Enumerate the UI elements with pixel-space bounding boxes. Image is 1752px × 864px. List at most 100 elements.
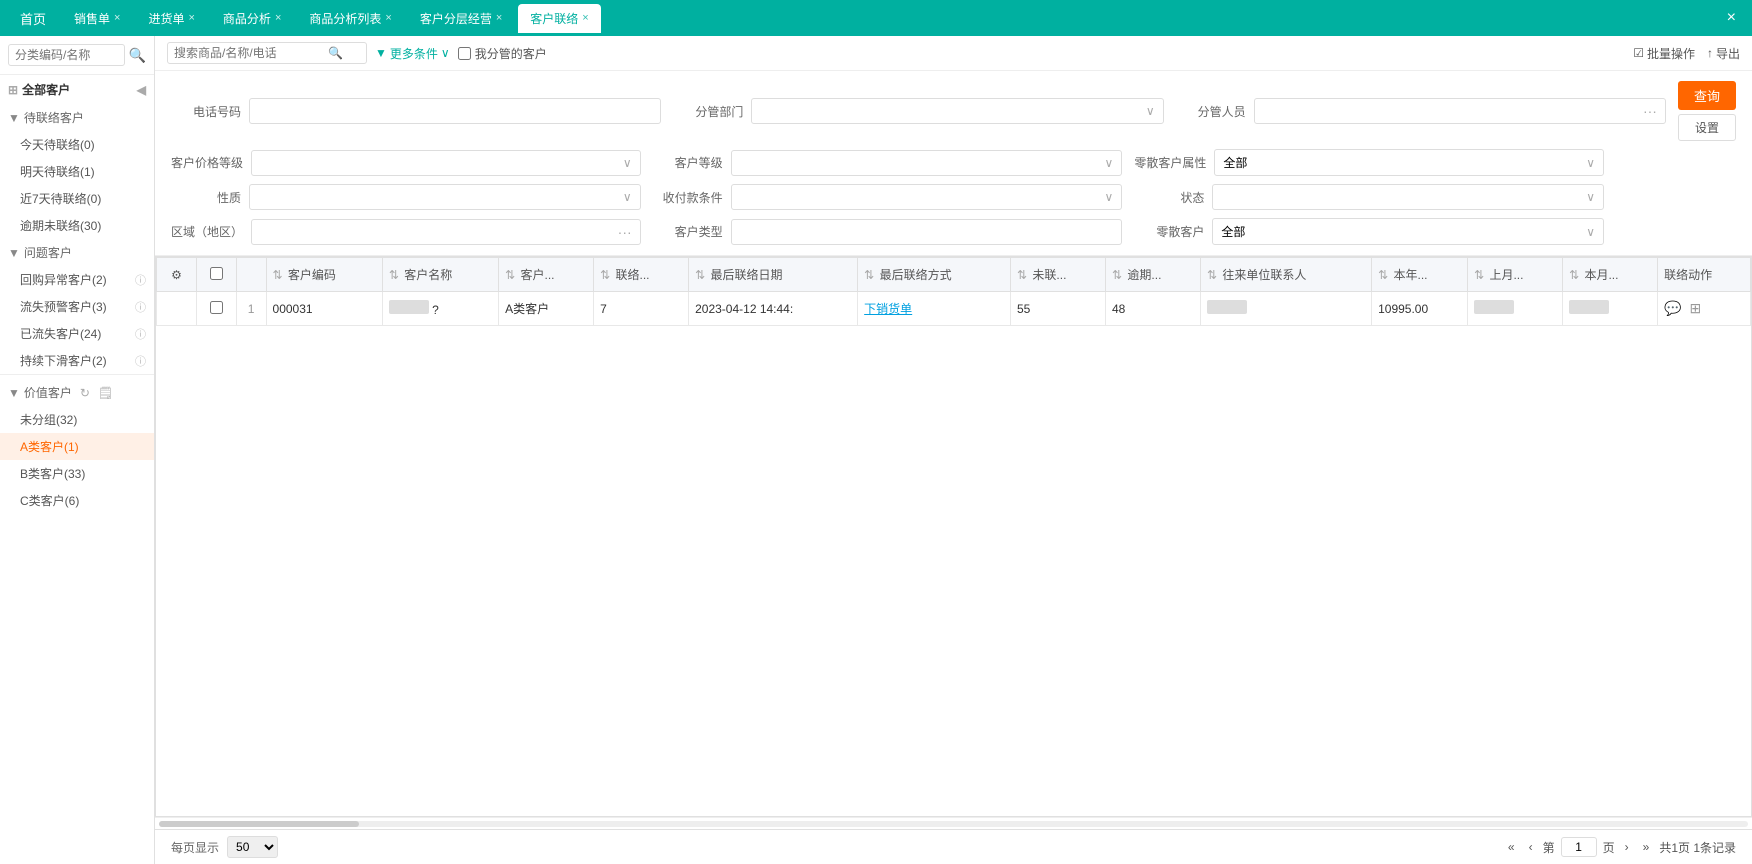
export-btn[interactable]: ↑ 导出 bbox=[1707, 45, 1740, 62]
name-col-header[interactable]: ⇅ 客户名称 bbox=[382, 258, 498, 292]
person-select[interactable]: ··· bbox=[1254, 98, 1666, 124]
nav-tab-analysis[interactable]: 商品分析 × bbox=[211, 4, 293, 33]
filter-search-input[interactable] bbox=[174, 46, 324, 60]
pending-contact-group[interactable]: ▼ 待联络客户 bbox=[0, 104, 154, 131]
close-analysis-list-tab[interactable]: × bbox=[385, 12, 391, 24]
row-checkbox-cell[interactable] bbox=[197, 292, 237, 326]
status-select[interactable]: ∨ bbox=[1212, 184, 1604, 210]
nav-home[interactable]: 首页 bbox=[8, 3, 58, 34]
nav-tab-analysis-list[interactable]: 商品分析列表 × bbox=[297, 4, 403, 33]
close-sales-tab[interactable]: × bbox=[114, 12, 120, 24]
close-customer-contact-tab[interactable]: × bbox=[582, 12, 588, 24]
overdue-col-header[interactable]: ⇅ 逾期... bbox=[1106, 258, 1201, 292]
last-method-col-header[interactable]: ⇅ 最后联络方式 bbox=[858, 258, 1011, 292]
unit-contact-col-header[interactable]: ⇅ 往来单位联系人 bbox=[1201, 258, 1372, 292]
this-month-redacted bbox=[1569, 300, 1609, 314]
nav-tab-sales[interactable]: 销售单 × bbox=[62, 4, 132, 33]
next-page-btn[interactable]: › bbox=[1621, 838, 1633, 856]
sidebar-item-churn-warning[interactable]: 流失预警客户(3) ⓘ bbox=[0, 293, 154, 320]
person-ellipsis[interactable]: ··· bbox=[1643, 103, 1657, 119]
info-icon-4: ⓘ bbox=[135, 353, 146, 369]
page-label: 第 bbox=[1543, 839, 1555, 856]
type-col-header[interactable]: ⇅ 客户... bbox=[499, 258, 594, 292]
nav-tab-customer-contact[interactable]: 客户联络 × bbox=[518, 4, 600, 33]
value-customers-group[interactable]: ▼ 价值客户 ↻ 🗒 bbox=[0, 379, 154, 406]
row-gear-cell bbox=[157, 292, 197, 326]
dept-select[interactable]: ∨ bbox=[751, 98, 1163, 124]
close-purchase-tab[interactable]: × bbox=[188, 12, 194, 24]
add-group-icon[interactable]: 🗒 bbox=[98, 386, 113, 400]
close-all-tabs[interactable]: × bbox=[1719, 9, 1744, 27]
checkbox-col-header[interactable] bbox=[197, 258, 237, 292]
sidebar-item-tomorrow[interactable]: 明天待联络(1) bbox=[0, 158, 154, 185]
price-level-select[interactable]: ∨ bbox=[251, 150, 641, 176]
retail-customer-select[interactable]: 全部 ∨ bbox=[1212, 218, 1604, 245]
filter-search-box[interactable]: 🔍 bbox=[167, 42, 367, 64]
close-customer-tier-tab[interactable]: × bbox=[496, 12, 502, 24]
last-month-col-header[interactable]: ⇅ 上月... bbox=[1468, 258, 1563, 292]
page-number-input[interactable] bbox=[1561, 837, 1597, 857]
this-year-col-header[interactable]: ⇅ 本年... bbox=[1372, 258, 1468, 292]
horizontal-scrollbar[interactable] bbox=[155, 817, 1752, 829]
sidebar-search-input[interactable] bbox=[8, 44, 125, 66]
prev-page-btn[interactable]: ‹ bbox=[1525, 838, 1537, 856]
phone-label: 电话号码 bbox=[171, 103, 241, 120]
sidebar-item-no-group[interactable]: 未分组(32) bbox=[0, 406, 154, 433]
all-customers-header[interactable]: ⊞ 全部客户 ◀ bbox=[0, 75, 154, 104]
row-overdue-cell: 48 bbox=[1106, 292, 1201, 326]
qr-icon[interactable]: ⊞ bbox=[1690, 300, 1702, 317]
last-method-link[interactable]: 下销货单 bbox=[864, 302, 912, 316]
last-month-sort-icon: ⇅ bbox=[1474, 268, 1484, 282]
region-ellipsis[interactable]: ··· bbox=[618, 224, 632, 240]
filter-retail-attr: 零散客户属性 全部 ∨ bbox=[1134, 149, 1604, 176]
select-all-checkbox[interactable] bbox=[210, 267, 223, 280]
my-customers-checkbox[interactable]: 我分管的客户 bbox=[458, 45, 547, 62]
contact-col-header[interactable]: ⇅ 联络... bbox=[594, 258, 689, 292]
payment-select[interactable]: ∨ bbox=[731, 184, 1123, 210]
my-customers-check[interactable] bbox=[458, 47, 471, 60]
sidebar-item-7days[interactable]: 近7天待联络(0) bbox=[0, 185, 154, 212]
message-icon[interactable]: 💬 bbox=[1664, 300, 1681, 317]
this-month-col-header[interactable]: ⇅ 本月... bbox=[1563, 258, 1658, 292]
settings-col-header[interactable]: ⚙ bbox=[157, 258, 197, 292]
customer-type-input[interactable] bbox=[731, 219, 1123, 245]
sidebar-item-today[interactable]: 今天待联络(0) bbox=[0, 131, 154, 158]
nav-tab-customer-tier[interactable]: 客户分层经营 × bbox=[408, 4, 514, 33]
sidebar-item-overdue[interactable]: 逾期未联络(30) bbox=[0, 212, 154, 239]
customer-type-label: 客户类型 bbox=[653, 223, 723, 240]
nature-select[interactable]: ∨ bbox=[249, 184, 641, 210]
row-checkbox[interactable] bbox=[210, 301, 223, 314]
query-button[interactable]: 查询 bbox=[1678, 81, 1736, 110]
refresh-icon[interactable]: ↻ bbox=[80, 386, 90, 400]
region-input[interactable]: ··· bbox=[251, 219, 641, 245]
sidebar-item-churned[interactable]: 已流失客户(24) ⓘ bbox=[0, 320, 154, 347]
sidebar-item-c-class[interactable]: C类客户(6) bbox=[0, 487, 154, 514]
sidebar-item-declining[interactable]: 持续下滑客户(2) ⓘ bbox=[0, 347, 154, 374]
problem-customers-group[interactable]: ▼ 问题客户 bbox=[0, 239, 154, 266]
more-conditions-btn[interactable]: ▼ 更多条件 ∨ bbox=[375, 45, 450, 62]
filter-bar: 🔍 ▼ 更多条件 ∨ 我分管的客户 ☑ 批量操作 ↑ 导出 bbox=[155, 36, 1752, 71]
sidebar-item-repurchase[interactable]: 回购异常客户(2) ⓘ bbox=[0, 266, 154, 293]
last-date-col-header[interactable]: ⇅ 最后联络日期 bbox=[689, 258, 858, 292]
scrollbar-thumb[interactable] bbox=[159, 821, 359, 827]
last-page-btn[interactable]: » bbox=[1639, 838, 1654, 856]
sidebar-item-a-class[interactable]: A类客户(1) bbox=[0, 433, 154, 460]
sidebar-search-icon[interactable]: 🔍 bbox=[129, 47, 146, 64]
retail-attr-select[interactable]: 全部 ∨ bbox=[1214, 149, 1604, 176]
settings-button[interactable]: 设置 bbox=[1678, 114, 1736, 141]
filter-search-icon[interactable]: 🔍 bbox=[328, 46, 343, 60]
scrollbar-track[interactable] bbox=[159, 821, 1748, 827]
filter-row-4: 区域（地区） ··· 客户类型 零散客户 全部 ∨ bbox=[171, 218, 1736, 245]
no-contact-col-header[interactable]: ⇅ 未联... bbox=[1011, 258, 1106, 292]
phone-input[interactable] bbox=[249, 98, 661, 124]
code-col-header[interactable]: ⇅ 客户编码 bbox=[266, 258, 382, 292]
collapse-sidebar-icon[interactable]: ◀ bbox=[137, 83, 146, 97]
nav-tab-purchase[interactable]: 进货单 × bbox=[136, 4, 206, 33]
dept-dropdown-arrow: ∨ bbox=[1146, 104, 1155, 118]
page-size-select[interactable]: 50 100 200 bbox=[227, 836, 278, 858]
batch-operation-btn[interactable]: ☑ 批量操作 bbox=[1633, 45, 1695, 62]
customer-level-select[interactable]: ∨ bbox=[731, 150, 1123, 176]
sidebar-item-b-class[interactable]: B类客户(33) bbox=[0, 460, 154, 487]
close-analysis-tab[interactable]: × bbox=[275, 12, 281, 24]
first-page-btn[interactable]: « bbox=[1504, 838, 1519, 856]
